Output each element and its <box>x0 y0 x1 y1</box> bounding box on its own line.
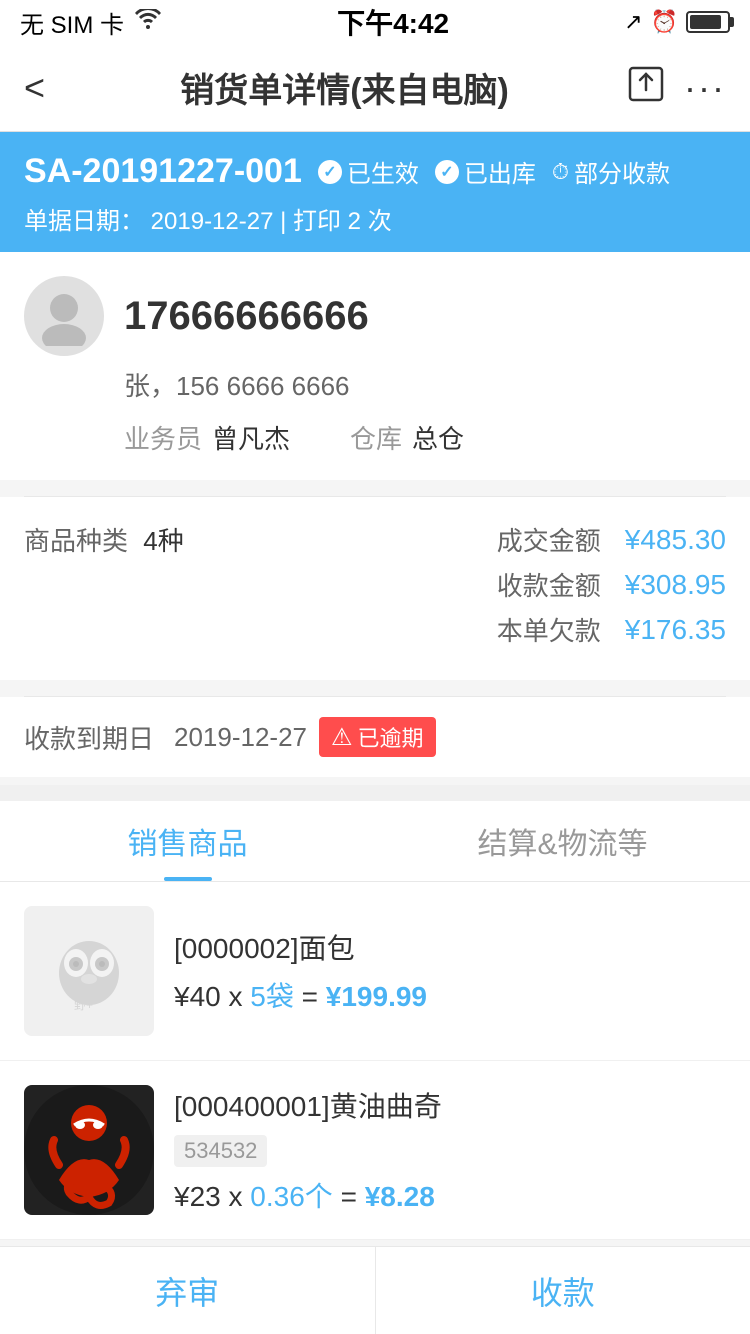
product-price-2: ¥23 x 0.36个 = ¥8.28 <box>174 1175 726 1215</box>
bottom-bar: 弃审 收款 <box>0 1246 750 1334</box>
check-icon-2: ✓ <box>435 160 459 184</box>
confirm-button[interactable]: 收款 <box>376 1247 750 1334</box>
status-badge-shipped: ✓ 已出库 <box>435 154 536 189</box>
share-button[interactable] <box>628 66 664 110</box>
more-button[interactable]: ··· <box>684 67 726 109</box>
overdue-icon: ⚠ <box>331 723 353 752</box>
order-id-row: SA-20191227-001 ✓ 已生效 ✓ 已出库 ⏱ 部分收款 <box>24 152 726 191</box>
product-sku-2: 534532 <box>174 1135 267 1167</box>
equals-1: = <box>302 981 326 1012</box>
received-value: ¥308.95 <box>625 569 726 601</box>
warehouse-value: 总仓 <box>412 419 464 456</box>
carrier-label: 无 SIM 卡 <box>20 5 124 40</box>
total-1: ¥199.99 <box>326 981 427 1012</box>
product-image-2 <box>24 1085 154 1215</box>
time-label: 下午4:42 <box>337 2 449 42</box>
customer-info: 张，156 6666 6666 <box>24 366 726 403</box>
qty-2: 0.36个 <box>250 1181 333 1212</box>
order-date: 2019-12-27 <box>151 208 274 235</box>
status-bar: 无 SIM 卡 下午4:42 ↗ ⏰ <box>0 0 750 44</box>
product-item-2: [000400001]黄油曲奇 534532 ¥23 x 0.36个 = ¥8.… <box>0 1061 750 1240</box>
tabs: 销售商品 结算&物流等 <box>0 801 750 882</box>
nav-bar: < 销货单详情(来自电脑) ··· <box>0 44 750 132</box>
status-partial-label: 部分收款 <box>574 154 670 189</box>
customer-section: 17666666666 张，156 6666 6666 业务员 曾凡杰 仓库 总… <box>0 252 750 480</box>
warehouse-label: 仓库 <box>350 419 402 456</box>
status-badge-partial: ⏱ 部分收款 <box>552 154 670 189</box>
nav-actions: ··· <box>628 66 726 110</box>
tab-settlement-label: 结算&物流等 <box>477 819 647 863</box>
location-icon: ↗ <box>624 9 642 35</box>
warehouse-item: 仓库 总仓 <box>350 419 464 456</box>
price-2: ¥23 <box>174 1181 221 1212</box>
product-info-2: [000400001]黄油曲奇 534532 ¥23 x 0.36个 = ¥8.… <box>174 1085 726 1215</box>
customer-meta: 业务员 曾凡杰 仓库 总仓 <box>24 419 726 456</box>
back-button[interactable]: < <box>24 67 61 109</box>
tab-settlement[interactable]: 结算&物流等 <box>375 801 750 881</box>
total-2: ¥8.28 <box>365 1181 435 1212</box>
deal-amount-value: ¥485.30 <box>625 524 726 556</box>
multiply-1: x <box>229 981 251 1012</box>
received-row: 收款金额 ¥308.95 <box>497 566 726 603</box>
product-count: 4种 <box>143 526 183 556</box>
salesperson-value: 曾凡杰 <box>212 419 290 456</box>
status-effective-label: 已生效 <box>347 154 419 189</box>
overdue-badge: ⚠ 已逾期 <box>319 717 436 757</box>
status-badge-effective: ✓ 已生效 <box>318 154 419 189</box>
owed-label: 本单欠款 <box>497 611 601 648</box>
summary-left: 商品种类 4种 <box>24 521 184 558</box>
order-date-row: 单据日期： 2019-12-27 | 打印 2 次 <box>24 201 726 236</box>
product-name-2: [000400001]黄油曲奇 <box>174 1085 726 1125</box>
wifi-icon <box>134 8 162 36</box>
battery-indicator <box>686 11 730 33</box>
cancel-button[interactable]: 弃审 <box>0 1247 376 1334</box>
product-type-label: 商品种类 <box>24 526 128 556</box>
summary-section: 商品种类 4种 成交金额 ¥485.30 收款金额 ¥308.95 本单欠款 ¥… <box>0 497 750 680</box>
due-date-label: 收款到期日 <box>24 719 154 756</box>
product-item-1: 野+ [0000002]面包 ¥40 x 5袋 = ¥199.99 <box>0 882 750 1061</box>
qty-1: 5袋 <box>250 981 294 1012</box>
deal-amount-label: 成交金额 <box>497 521 601 558</box>
received-label: 收款金额 <box>497 566 601 603</box>
product-list: 野+ [0000002]面包 ¥40 x 5袋 = ¥199.99 <box>0 882 750 1240</box>
owed-value: ¥176.35 <box>625 614 726 646</box>
status-shipped-label: 已出库 <box>464 154 536 189</box>
multiply-2: x <box>229 1181 251 1212</box>
due-date-value: 2019-12-27 <box>174 722 307 753</box>
equals-2: = <box>341 1181 365 1212</box>
deal-amount-row: 成交金额 ¥485.30 <box>497 521 726 558</box>
avatar <box>24 276 104 356</box>
nav-title: 销货单详情(来自电脑) <box>61 63 628 112</box>
status-right: ↗ ⏰ <box>624 9 730 35</box>
date-label: 单据日期： <box>24 208 144 235</box>
overdue-label: 已逾期 <box>358 721 424 753</box>
confirm-label: 收款 <box>531 1268 595 1314</box>
order-header: SA-20191227-001 ✓ 已生效 ✓ 已出库 ⏱ 部分收款 单据日期：… <box>0 132 750 252</box>
svg-text:野+: 野+ <box>74 998 93 1011</box>
product-image-1: 野+ <box>24 906 154 1036</box>
salesperson-item: 业务员 曾凡杰 <box>124 419 290 456</box>
product-info-1: [0000002]面包 ¥40 x 5袋 = ¥199.99 <box>174 927 726 1015</box>
tab-products-label: 销售商品 <box>128 819 248 863</box>
check-icon-1: ✓ <box>318 160 342 184</box>
owed-row: 本单欠款 ¥176.35 <box>497 611 726 648</box>
customer-top: 17666666666 <box>24 276 726 356</box>
product-name-1: [0000002]面包 <box>174 927 726 967</box>
status-left: 无 SIM 卡 <box>20 5 162 40</box>
summary-right: 成交金额 ¥485.30 收款金额 ¥308.95 本单欠款 ¥176.35 <box>497 521 726 656</box>
order-id: SA-20191227-001 <box>24 152 302 191</box>
print-info: | 打印 2 次 <box>280 208 392 235</box>
alarm-icon: ⏰ <box>651 9 678 35</box>
due-section: 收款到期日 2019-12-27 ⚠ 已逾期 <box>0 697 750 777</box>
clock-icon: ⏱ <box>552 159 569 185</box>
salesperson-label: 业务员 <box>124 419 202 456</box>
product-price-1: ¥40 x 5袋 = ¥199.99 <box>174 975 726 1015</box>
tab-products[interactable]: 销售商品 <box>0 801 375 881</box>
customer-name: 17666666666 <box>124 294 369 339</box>
cancel-label: 弃审 <box>155 1268 219 1314</box>
section-divider <box>0 785 750 801</box>
price-1: ¥40 <box>174 981 221 1012</box>
